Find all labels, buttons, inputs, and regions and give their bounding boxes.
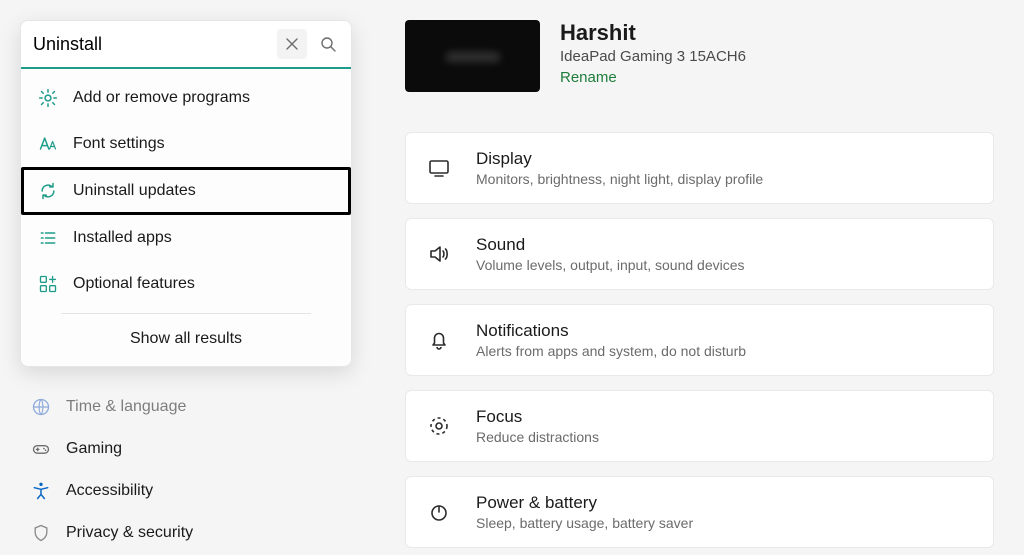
display-icon (426, 155, 452, 181)
apps-plus-icon (37, 273, 59, 295)
category-display[interactable]: Display Monitors, brightness, night ligh… (405, 132, 994, 204)
category-subtitle: Monitors, brightness, night light, displ… (476, 171, 763, 187)
search-button[interactable] (313, 29, 343, 59)
search-input[interactable] (33, 34, 277, 55)
gamepad-icon (30, 438, 52, 460)
sidebar-item-label: Gaming (66, 440, 122, 458)
focus-icon (426, 413, 452, 439)
sidebar-item-label: Accessibility (66, 482, 153, 500)
main-content: Harshit IdeaPad Gaming 3 15ACH6 Rename D… (375, 0, 1024, 555)
sidebar-item-label: Privacy & security (66, 524, 193, 542)
category-subtitle: Reduce distractions (476, 429, 599, 445)
accessibility-icon (30, 480, 52, 502)
gear-icon (37, 87, 59, 109)
search-result-add-remove-programs[interactable]: Add or remove programs (21, 75, 351, 121)
close-icon (286, 38, 298, 50)
search-icon (320, 36, 336, 52)
category-subtitle: Alerts from apps and system, do not dist… (476, 343, 746, 359)
search-result-installed-apps[interactable]: Installed apps (21, 215, 351, 261)
device-thumbnail (405, 20, 540, 92)
sync-icon (37, 180, 59, 202)
list-icon (37, 227, 59, 249)
rename-link[interactable]: Rename (560, 69, 746, 86)
category-subtitle: Sleep, battery usage, battery saver (476, 515, 693, 531)
device-model: IdeaPad Gaming 3 15ACH6 (560, 48, 746, 65)
sidebar-item-gaming[interactable]: Gaming (30, 438, 193, 460)
device-name: Harshit (560, 20, 746, 46)
bell-icon (426, 327, 452, 353)
search-result-font-settings[interactable]: Font settings (21, 121, 351, 167)
search-panel: Add or remove programs Font settings Uni… (20, 20, 352, 367)
category-title: Display (476, 149, 763, 169)
category-title: Power & battery (476, 493, 693, 513)
sidebar-item-accessibility[interactable]: Accessibility (30, 480, 193, 502)
search-result-label: Optional features (73, 275, 195, 293)
show-all-results[interactable]: Show all results (21, 314, 351, 366)
shield-icon (30, 522, 52, 544)
sound-icon (426, 241, 452, 267)
search-input-row (21, 21, 351, 69)
category-subtitle: Volume levels, output, input, sound devi… (476, 257, 745, 273)
category-focus[interactable]: Focus Reduce distractions (405, 390, 994, 462)
system-categories: Display Monitors, brightness, night ligh… (405, 132, 994, 548)
search-result-label: Uninstall updates (73, 182, 196, 200)
font-icon (37, 133, 59, 155)
sidebar: Add or remove programs Font settings Uni… (0, 0, 375, 555)
search-result-label: Installed apps (73, 229, 172, 247)
category-sound[interactable]: Sound Volume levels, output, input, soun… (405, 218, 994, 290)
search-result-uninstall-updates[interactable]: Uninstall updates (21, 167, 351, 215)
search-results: Add or remove programs Font settings Uni… (21, 69, 351, 366)
device-header: Harshit IdeaPad Gaming 3 15ACH6 Rename (405, 20, 994, 92)
category-notifications[interactable]: Notifications Alerts from apps and syste… (405, 304, 994, 376)
search-result-label: Add or remove programs (73, 89, 250, 107)
category-title: Focus (476, 407, 599, 427)
category-title: Notifications (476, 321, 746, 341)
clear-search-button[interactable] (277, 29, 307, 59)
sidebar-item-time-language[interactable]: Time & language (30, 396, 193, 418)
sidebar-nav: Time & language Gaming Accessibility Pri… (30, 396, 193, 544)
category-title: Sound (476, 235, 745, 255)
sidebar-item-privacy-security[interactable]: Privacy & security (30, 522, 193, 544)
search-result-optional-features[interactable]: Optional features (21, 261, 351, 307)
power-icon (426, 499, 452, 525)
globe-icon (30, 396, 52, 418)
search-result-label: Font settings (73, 135, 165, 153)
sidebar-item-label: Time & language (66, 398, 186, 416)
category-power-battery[interactable]: Power & battery Sleep, battery usage, ba… (405, 476, 994, 548)
